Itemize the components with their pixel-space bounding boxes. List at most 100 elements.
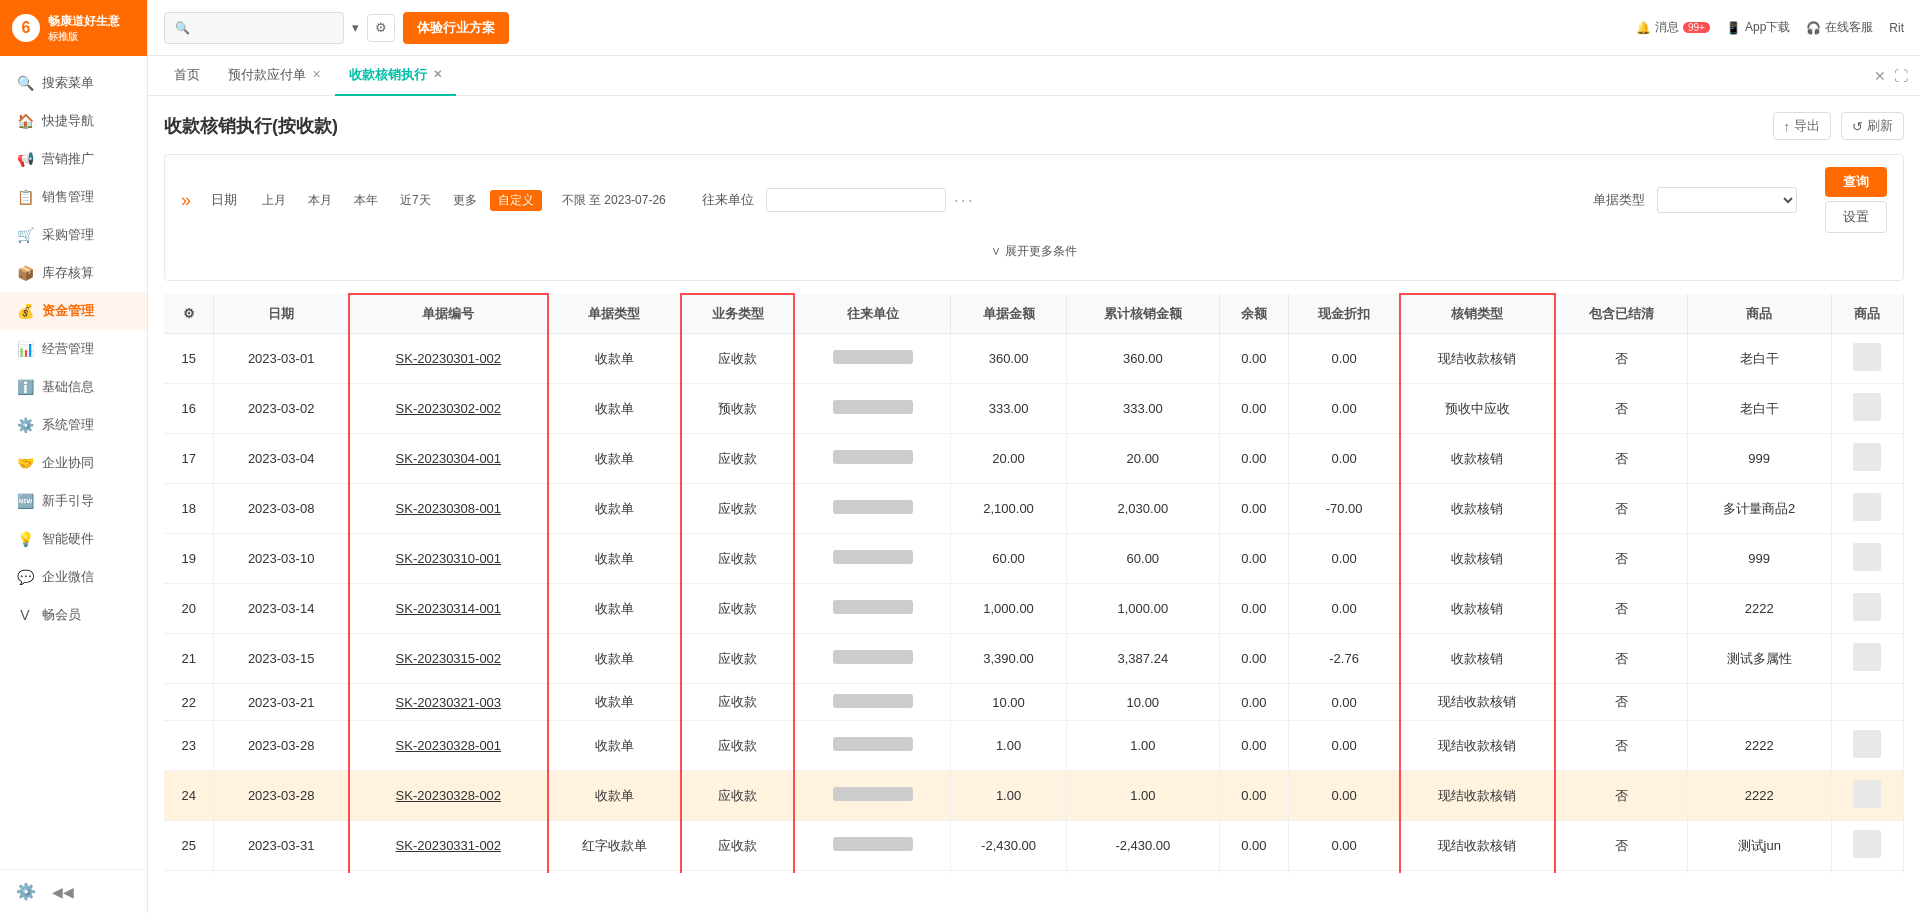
- cell-balance: 0.00: [1219, 534, 1288, 584]
- sidebar-item-operations[interactable]: 📊 经营管理: [0, 330, 147, 368]
- topbar-gear-btn[interactable]: ⚙: [367, 14, 395, 42]
- cell-goods2: [1831, 384, 1904, 434]
- cell-balance: 0.00: [1219, 384, 1288, 434]
- sidebar-item-enterprise[interactable]: 🤝 企业协同: [0, 444, 147, 482]
- query-btn[interactable]: 查询: [1825, 167, 1887, 197]
- cell-bill-type: 收款单: [548, 334, 682, 384]
- tab-receipt-close[interactable]: ✕: [433, 68, 442, 81]
- date-btn-7days[interactable]: 近7天: [391, 189, 440, 212]
- tab-prepay[interactable]: 预付款应付单 ✕: [214, 56, 335, 96]
- sidebar-collapse-icon[interactable]: ◀◀: [52, 884, 74, 900]
- filter-settings-btn[interactable]: 设置: [1825, 201, 1887, 233]
- date-value: 不限 至 2023-07-26: [562, 192, 666, 209]
- cell-biz-type: 应收款: [681, 534, 794, 584]
- tab-expand-icon[interactable]: ⛶: [1894, 68, 1908, 84]
- cell-verify-type: 现结收款核销: [1400, 334, 1554, 384]
- cell-bill-no[interactable]: SK-20230308-001: [349, 484, 548, 534]
- sidebar-item-sales[interactable]: 📋 销售管理: [0, 178, 147, 216]
- sidebar-item-search[interactable]: 🔍 搜索菜单: [0, 64, 147, 102]
- date-btn-this-year[interactable]: 本年: [345, 189, 387, 212]
- sidebar-label-guide: 新手引导: [42, 492, 94, 510]
- sidebar-item-member[interactable]: V 畅会员: [0, 596, 147, 634]
- sidebar-item-weixin[interactable]: 💬 企业微信: [0, 558, 147, 596]
- cell-goods2: [1831, 634, 1904, 684]
- cell-bill-no[interactable]: SK-20230310-001: [349, 534, 548, 584]
- cell-bill-amount: 1.00: [951, 771, 1067, 821]
- sidebar-item-hardware[interactable]: 💡 智能硬件: [0, 520, 147, 558]
- sidebar-item-basic[interactable]: ℹ️ 基础信息: [0, 368, 147, 406]
- partner-input[interactable]: [766, 188, 946, 212]
- sidebar-item-system[interactable]: ⚙️ 系统管理: [0, 406, 147, 444]
- refresh-icon: ↺: [1852, 119, 1863, 134]
- refresh-btn[interactable]: ↺ 刷新: [1841, 112, 1904, 140]
- bell-icon: 🔔: [1636, 21, 1651, 35]
- sidebar-settings-icon[interactable]: ⚙️: [16, 882, 36, 901]
- tab-close-all-icon[interactable]: ✕: [1874, 68, 1886, 84]
- sidebar-item-purchase[interactable]: 🛒 采购管理: [0, 216, 147, 254]
- cell-cash-discount: 0.00: [1288, 384, 1400, 434]
- table-row: 162023-03-02SK-20230302-002收款单预收款333.003…: [164, 384, 1904, 434]
- cell-date: 2023-03-14: [214, 584, 349, 634]
- cell-total-verify: 3,387.24: [1066, 634, 1219, 684]
- cell-balance: 0.00: [1219, 434, 1288, 484]
- tabbar: 首页 预付款应付单 ✕ 收款核销执行 ✕ ✕ ⛶: [148, 56, 1920, 96]
- cell-bill-no[interactable]: SK-20230328-001: [349, 721, 548, 771]
- cell-bill-no[interactable]: SK-20230403-002: [349, 871, 548, 874]
- cell-partner: [794, 634, 951, 684]
- cell-include-settled: 否: [1555, 384, 1688, 434]
- expand-more-btn[interactable]: ∨ 展开更多条件: [991, 243, 1076, 260]
- online-service-btn[interactable]: 🎧 在线客服: [1806, 19, 1873, 36]
- topbar: 🔍 ▾ ⚙ 体验行业方案 🔔 消息 99+ 📱 App下载 🎧: [148, 0, 1920, 56]
- tab-prepay-close[interactable]: ✕: [312, 68, 321, 81]
- cell-goods: 123D商品: [1687, 871, 1831, 874]
- col-settings[interactable]: ⚙: [164, 294, 214, 334]
- sidebar-item-shortcut[interactable]: 🏠 快捷导航: [0, 102, 147, 140]
- cell-bill-no[interactable]: SK-20230304-001: [349, 434, 548, 484]
- sidebar-item-finance[interactable]: 💰 资金管理: [0, 292, 147, 330]
- cell-balance: 0.00: [1219, 484, 1288, 534]
- filter-toggle[interactable]: »: [181, 190, 191, 211]
- cell-bill-no[interactable]: SK-20230302-002: [349, 384, 548, 434]
- cell-bill-no[interactable]: SK-20230328-002: [349, 771, 548, 821]
- tab-home[interactable]: 首页: [160, 56, 214, 96]
- cell-balance: 0.00: [1219, 684, 1288, 721]
- filter-bill-type: 单据类型: [1593, 187, 1797, 213]
- sidebar-item-marketing[interactable]: 📢 营销推广: [0, 140, 147, 178]
- cell-date: 2023-03-08: [214, 484, 349, 534]
- cell-bill-no[interactable]: SK-20230315-002: [349, 634, 548, 684]
- date-btn-this-month[interactable]: 本月: [299, 189, 341, 212]
- cell-bill-no[interactable]: SK-20230321-003: [349, 684, 548, 721]
- topbar-search[interactable]: 🔍: [164, 12, 344, 44]
- cell-verify-type: 现结收款核销: [1400, 684, 1554, 721]
- sidebar-bottom: ⚙️ ◀◀: [0, 869, 147, 913]
- dots-icon[interactable]: ···: [954, 190, 975, 211]
- bill-type-select[interactable]: [1657, 187, 1797, 213]
- tab-prepay-label: 预付款应付单: [228, 66, 306, 84]
- user-avatar[interactable]: Rit: [1889, 21, 1904, 35]
- cell-partner: [794, 534, 951, 584]
- cell-verify-type: 收款核销: [1400, 584, 1554, 634]
- date-btn-more[interactable]: 更多: [444, 189, 486, 212]
- online-service-label: 在线客服: [1825, 19, 1873, 36]
- cell-biz-type: 应收款: [681, 721, 794, 771]
- cell-partner: [794, 584, 951, 634]
- date-btn-custom[interactable]: 自定义: [490, 190, 542, 211]
- tab-receipt[interactable]: 收款核销执行 ✕: [335, 56, 456, 96]
- date-btn-last-month[interactable]: 上月: [253, 189, 295, 212]
- cell-bill-no[interactable]: SK-20230314-001: [349, 584, 548, 634]
- cell-bill-no[interactable]: SK-20230331-002: [349, 821, 548, 871]
- topbar-dropdown[interactable]: ▾: [352, 20, 359, 35]
- cell-goods: 999: [1687, 534, 1831, 584]
- table-row: 152023-03-01SK-20230301-002收款单应收款360.003…: [164, 334, 1904, 384]
- weixin-icon: 💬: [16, 568, 34, 586]
- solution-btn[interactable]: 体验行业方案: [403, 12, 509, 44]
- app-download-label: App下载: [1745, 19, 1790, 36]
- sidebar-item-inventory[interactable]: 📦 库存核算: [0, 254, 147, 292]
- notifications-btn[interactable]: 🔔 消息 99+: [1636, 19, 1710, 36]
- app-download-btn[interactable]: 📱 App下载: [1726, 19, 1790, 36]
- sidebar-item-guide[interactable]: 🆕 新手引导: [0, 482, 147, 520]
- cell-bill-amount: -2,430.00: [951, 821, 1067, 871]
- export-btn[interactable]: ↑ 导出: [1773, 112, 1832, 140]
- cell-include-settled: 否: [1555, 684, 1688, 721]
- cell-bill-no[interactable]: SK-20230301-002: [349, 334, 548, 384]
